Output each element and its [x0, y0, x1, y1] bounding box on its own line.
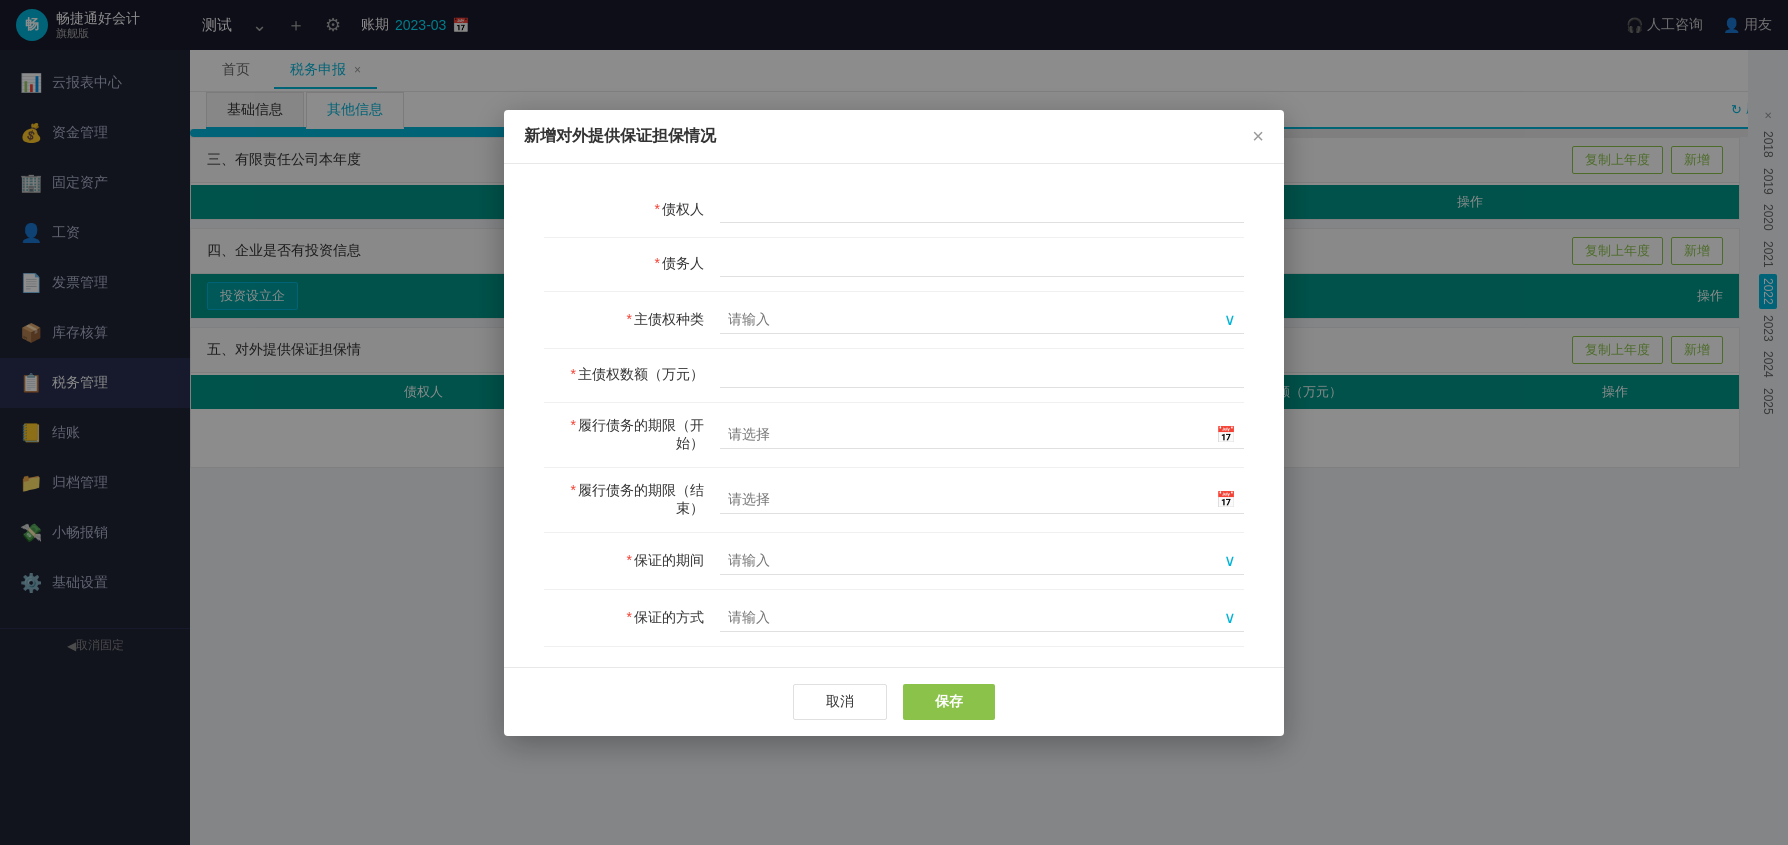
cancel-button[interactable]: 取消 — [793, 684, 887, 720]
modal-body: *债权人 *债务人 *主债权种类 ∨ — [504, 164, 1284, 667]
select-guarantee-period[interactable]: ∨ — [720, 547, 1244, 575]
calendar-end-icon[interactable]: 📅 — [1216, 490, 1236, 509]
form-row-creditor: *债权人 — [544, 184, 1244, 238]
modal-close-btn[interactable]: × — [1252, 126, 1264, 146]
select-debt-type[interactable]: ∨ — [720, 306, 1244, 334]
save-button[interactable]: 保存 — [903, 684, 995, 720]
guarantee-method-input[interactable] — [728, 609, 1224, 625]
calendar-start-icon[interactable]: 📅 — [1216, 425, 1236, 444]
label-debt-type: *主债权种类 — [544, 311, 704, 329]
label-creditor: *债权人 — [544, 201, 704, 219]
label-debt-start: *履行债务的期限（开始） — [544, 417, 704, 453]
guarantee-period-input[interactable] — [728, 552, 1224, 568]
label-debtor: *债务人 — [544, 255, 704, 273]
form-row-debt-amount: *主债权数额（万元） — [544, 349, 1244, 403]
modal-overlay: 新增对外提供保证担保情况 × *债权人 *债务人 *主债权种类 — [0, 0, 1788, 845]
date-debt-start[interactable]: 📅 — [720, 421, 1244, 449]
guarantee-method-arrow-icon[interactable]: ∨ — [1224, 608, 1236, 627]
input-creditor[interactable] — [720, 198, 1244, 223]
form-row-guarantee-period: *保证的期间 ∨ — [544, 533, 1244, 590]
form-row-debt-end: *履行债务的期限（结束） 📅 — [544, 468, 1244, 533]
form-row-debtor: *债务人 — [544, 238, 1244, 292]
label-guarantee-method: *保证的方式 — [544, 609, 704, 627]
modal-footer: 取消 保存 — [504, 667, 1284, 736]
label-debt-end: *履行债务的期限（结束） — [544, 482, 704, 518]
debt-type-input[interactable] — [728, 311, 1224, 327]
debt-start-input[interactable] — [728, 426, 1216, 442]
input-debt-amount[interactable] — [720, 363, 1244, 388]
debt-end-input[interactable] — [728, 491, 1216, 507]
debt-type-arrow-icon[interactable]: ∨ — [1224, 310, 1236, 329]
form-row-guarantee-method: *保证的方式 ∨ — [544, 590, 1244, 647]
select-guarantee-method[interactable]: ∨ — [720, 604, 1244, 632]
form-row-debt-type: *主债权种类 ∨ — [544, 292, 1244, 349]
guarantee-period-arrow-icon[interactable]: ∨ — [1224, 551, 1236, 570]
input-debtor[interactable] — [720, 252, 1244, 277]
modal: 新增对外提供保证担保情况 × *债权人 *债务人 *主债权种类 — [504, 110, 1284, 736]
modal-header: 新增对外提供保证担保情况 × — [504, 110, 1284, 164]
date-debt-end[interactable]: 📅 — [720, 486, 1244, 514]
modal-title: 新增对外提供保证担保情况 — [524, 126, 716, 147]
label-guarantee-period: *保证的期间 — [544, 552, 704, 570]
label-debt-amount: *主债权数额（万元） — [544, 366, 704, 384]
form-row-debt-start: *履行债务的期限（开始） 📅 — [544, 403, 1244, 468]
